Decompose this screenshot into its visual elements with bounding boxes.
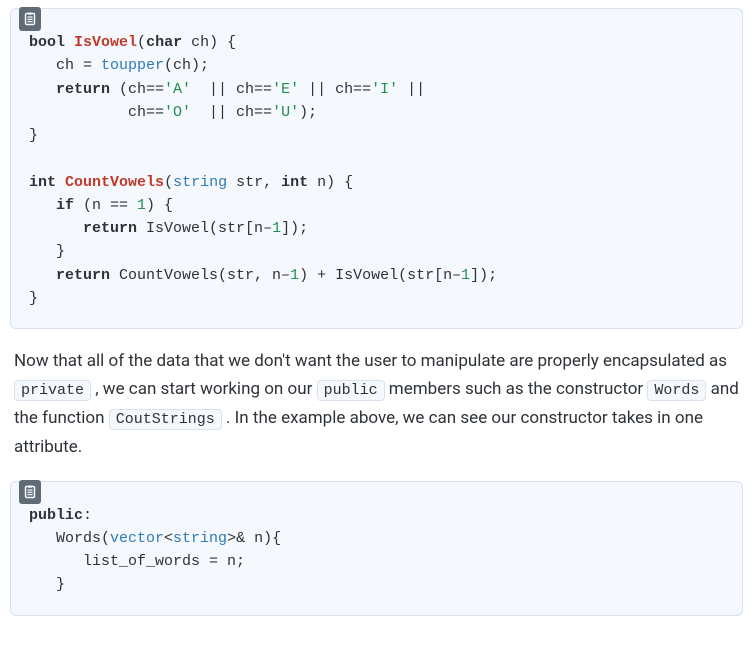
clipboard-icon [24, 12, 36, 26]
code-block-words-constructor: public: Words(vector<string>& n){ list_o… [10, 481, 743, 616]
clipboard-icon [24, 485, 36, 499]
inline-code-private: private [14, 380, 91, 401]
inline-code-words: Words [647, 380, 706, 401]
code-block-isvowel-countvowels: bool IsVowel(char ch) { ch = toupper(ch)… [10, 8, 743, 329]
copy-button[interactable] [19, 7, 41, 31]
code-content: public: Words(vector<string>& n){ list_o… [29, 504, 726, 597]
code-content: bool IsVowel(char ch) { ch = toupper(ch)… [29, 31, 726, 310]
inline-code-public: public [317, 380, 385, 401]
copy-button[interactable] [19, 480, 41, 504]
inline-code-coutstrings: CoutStrings [109, 409, 222, 430]
explanatory-paragraph: Now that all of the data that we don't w… [14, 347, 739, 461]
